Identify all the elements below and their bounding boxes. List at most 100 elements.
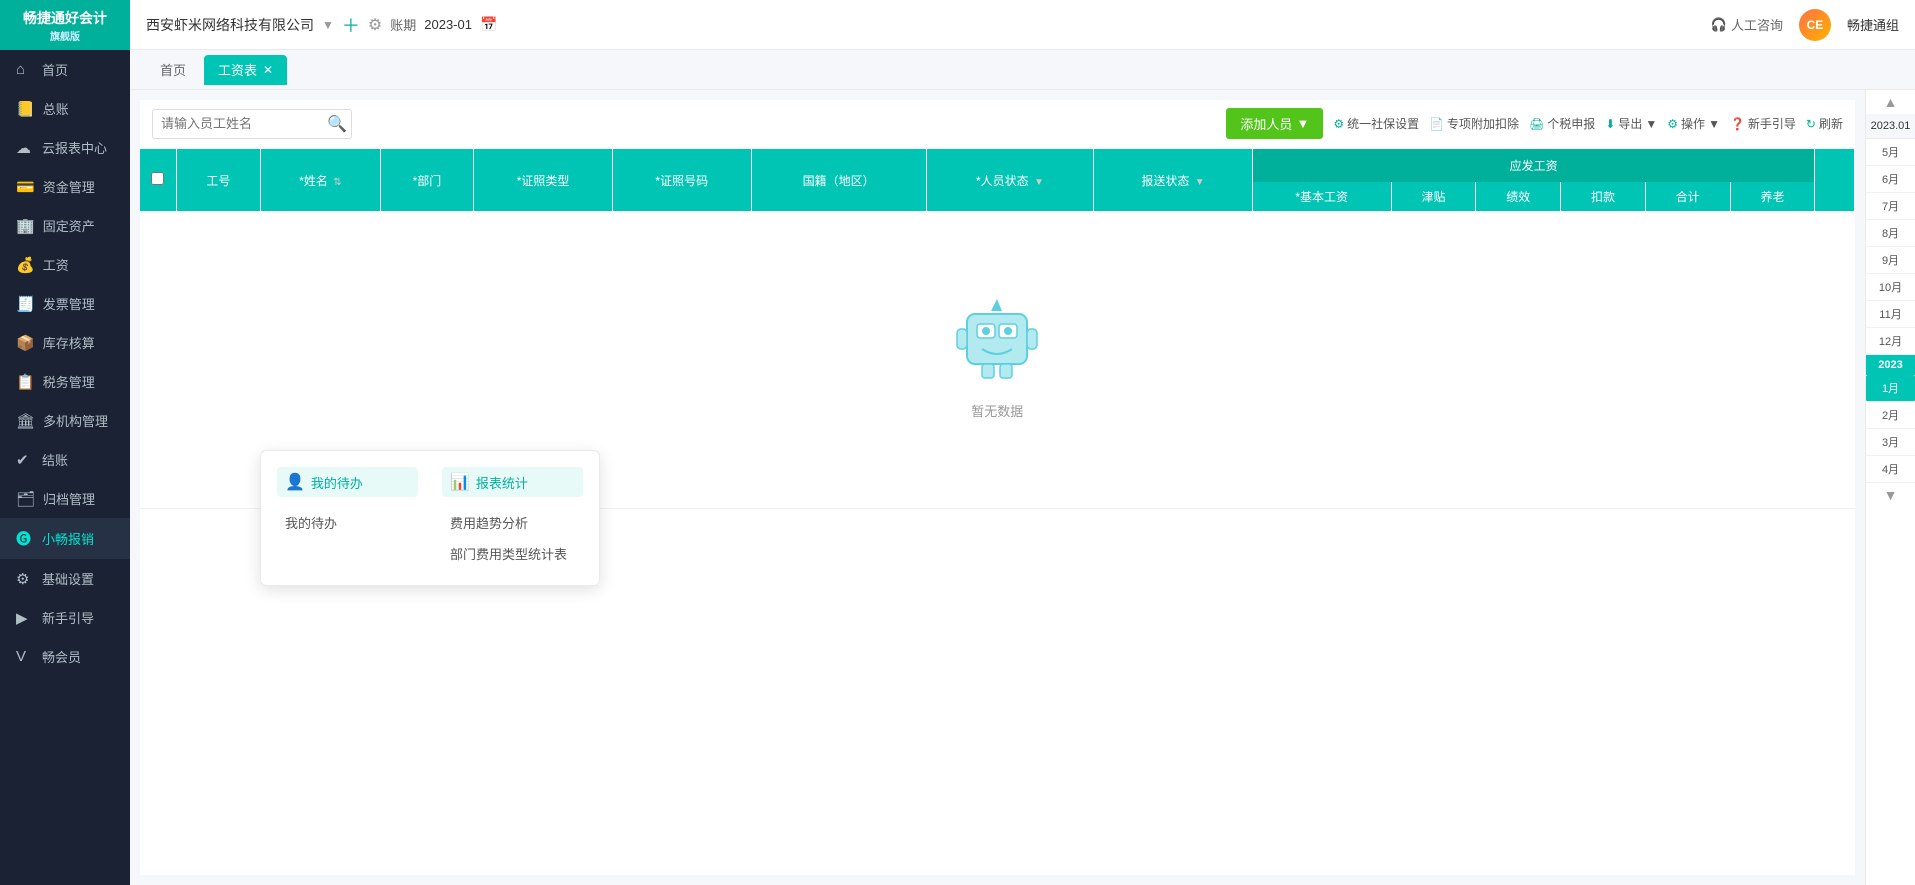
sidebar-item-fund[interactable]: 💳 资金管理 <box>0 167 130 206</box>
new-guide-label: 新手引导 <box>1748 115 1796 132</box>
th-total: 合计 <box>1645 182 1730 211</box>
operations-icon: ⚙ <box>1667 117 1678 131</box>
month-nav-11[interactable]: 11月 <box>1866 301 1915 328</box>
sidebar-item-fixed-assets[interactable]: 🏢 固定资产 <box>0 206 130 245</box>
guide-icon: ▶ <box>16 609 34 627</box>
search-icon[interactable]: 🔍 <box>327 114 347 134</box>
month-nav-3[interactable]: 3月 <box>1866 429 1915 456</box>
tab-salary-close[interactable]: ✕ <box>263 63 273 77</box>
user-avatar: CE <box>1799 9 1831 41</box>
export-label: 导出 <box>1618 115 1642 132</box>
operations-action[interactable]: ⚙ 操作 ▼ <box>1667 115 1720 132</box>
social-security-icon: ⚙ <box>1333 117 1344 131</box>
sidebar-item-label: 结账 <box>42 450 68 469</box>
refresh-icon: ↻ <box>1806 117 1816 131</box>
fixed-assets-icon: 🏢 <box>16 217 35 235</box>
sidebar-item-inventory[interactable]: 📦 库存核算 <box>0 323 130 362</box>
sidebar-item-salary[interactable]: 💰 工资 <box>0 245 130 284</box>
special-deduction-action[interactable]: 📄 专项附加扣除 <box>1429 115 1519 132</box>
export-action[interactable]: ⬇ 导出 ▼ <box>1605 115 1657 132</box>
sidebar-item-tax[interactable]: 📋 税务管理 <box>0 362 130 401</box>
month-nav-4[interactable]: 4月 <box>1866 456 1915 483</box>
user-initials: CE <box>1807 18 1824 32</box>
tab-home[interactable]: 首页 <box>146 55 200 85</box>
month-nav-2[interactable]: 2月 <box>1866 402 1915 429</box>
month-nav-down[interactable]: ▼ <box>1866 483 1915 507</box>
sidebar-item-label: 税务管理 <box>43 372 95 391</box>
company-settings-icon[interactable]: ⚙ <box>368 15 382 35</box>
person-status-filter-icon[interactable]: ▼ <box>1034 177 1044 188</box>
report-status-filter-icon[interactable]: ▼ <box>1195 177 1205 188</box>
social-security-action[interactable]: ⚙ 统一社保设置 <box>1333 115 1419 132</box>
special-deduction-label: 专项附加扣除 <box>1447 115 1519 132</box>
popup-col-todo: 👤 我的待办 我的待办 <box>277 467 418 569</box>
month-nav-5[interactable]: 5月 <box>1866 139 1915 166</box>
salary-icon: 💰 <box>16 256 35 274</box>
name-sort-icon[interactable]: ⇅ <box>333 177 341 188</box>
individual-tax-action[interactable]: 🖨 个税申报 <box>1529 115 1595 132</box>
fund-icon: 💳 <box>16 178 35 196</box>
search-input[interactable] <box>161 116 321 131</box>
sidebar-item-expense[interactable]: 🅖 小畅报销 <box>0 518 130 559</box>
sidebar-item-multi-org[interactable]: 🏛 多机构管理 <box>0 401 130 440</box>
refresh-label: 刷新 <box>1819 115 1843 132</box>
toolbar-actions: 添加人员 ▼ ⚙ 统一社保设置 📄 专项附加扣除 🖨 个税申报 <box>1226 108 1843 139</box>
month-nav-10[interactable]: 10月 <box>1866 274 1915 301</box>
social-security-label: 统一社保设置 <box>1347 115 1419 132</box>
month-nav-6[interactable]: 6月 <box>1866 166 1915 193</box>
month-nav-up[interactable]: ▲ <box>1866 90 1915 114</box>
home-icon: ⌂ <box>16 61 34 78</box>
sidebar-item-cloud-report[interactable]: ☁ 云报表中心 <box>0 128 130 167</box>
th-person-status: *人员状态 ▼ <box>926 149 1093 211</box>
month-nav-9[interactable]: 9月 <box>1866 247 1915 274</box>
th-deduction: 扣款 <box>1561 182 1646 211</box>
th-checkbox[interactable] <box>140 149 176 211</box>
th-performance: 绩效 <box>1476 182 1561 211</box>
popup-item-todo[interactable]: 我的待办 <box>277 507 418 538</box>
th-salary-group: 应发工资 <box>1252 149 1814 182</box>
month-nav-12[interactable]: 12月 <box>1866 328 1915 355</box>
new-guide-icon: ❓ <box>1730 117 1745 131</box>
month-nav-1[interactable]: 1月 <box>1866 375 1915 402</box>
user-name[interactable]: 畅捷通组 <box>1847 15 1899 34</box>
sidebar-item-guide[interactable]: ▶ 新手引导 <box>0 598 130 637</box>
th-id-type: *证照类型 <box>474 149 613 211</box>
operations-dropdown-icon: ▼ <box>1708 117 1720 131</box>
refresh-action[interactable]: ↻ 刷新 <box>1806 115 1843 132</box>
add-company-btn[interactable]: ＋ <box>342 12 360 38</box>
th-id-no: *证照号码 <box>612 149 751 211</box>
sidebar-item-label: 小畅报销 <box>42 529 94 548</box>
calendar-icon[interactable]: 📅 <box>480 16 497 33</box>
sidebar-item-home[interactable]: ⌂ 首页 <box>0 50 130 89</box>
sidebar-item-label: 工资 <box>43 255 69 274</box>
month-nav-7[interactable]: 7月 <box>1866 193 1915 220</box>
select-all-checkbox[interactable] <box>151 172 164 185</box>
sidebar-item-label: 云报表中心 <box>42 138 107 157</box>
empty-state-icon <box>947 299 1047 389</box>
sidebar-item-label: 新手引导 <box>42 608 94 627</box>
sidebar-item-archive[interactable]: 🗂 归档管理 <box>0 479 130 518</box>
inventory-icon: 📦 <box>16 334 35 352</box>
main-area: 西安虾米网络科技有限公司 ▼ ＋ ⚙ 账期 2023-01 📅 🎧 人工咨询 C… <box>130 0 1915 885</box>
company-dropdown[interactable]: ▼ <box>322 18 334 32</box>
expense-icon: 🅖 <box>16 528 34 549</box>
month-nav-8[interactable]: 8月 <box>1866 220 1915 247</box>
th-operations <box>1815 149 1855 211</box>
add-people-label: 添加人员 <box>1240 114 1292 133</box>
sidebar-item-label: 基础设置 <box>42 569 94 588</box>
sidebar-item-ledger[interactable]: 📒 总账 <box>0 89 130 128</box>
tab-salary[interactable]: 工资表 ✕ <box>204 55 287 85</box>
new-guide-action[interactable]: ❓ 新手引导 <box>1730 115 1796 132</box>
sidebar-item-invoice[interactable]: 🧾 发票管理 <box>0 284 130 323</box>
popup-item-trend[interactable]: 费用趋势分析 <box>442 507 583 538</box>
popup-item-dept-stats[interactable]: 部门费用类型统计表 <box>442 538 583 569</box>
sidebar-item-member[interactable]: V 畅会员 <box>0 637 130 676</box>
popup-menu: 👤 我的待办 我的待办 📊 报表统计 费用趋势分析 部门费用类型统计表 <box>260 450 600 586</box>
basic-icon: ⚙ <box>16 570 34 588</box>
report-title-icon: 📊 <box>450 472 470 492</box>
sidebar-item-settlement[interactable]: ✔ 结账 <box>0 440 130 479</box>
add-people-button[interactable]: 添加人员 ▼ <box>1226 108 1323 139</box>
service-button[interactable]: 🎧 人工咨询 <box>1711 15 1783 34</box>
individual-tax-icon: 🖨 <box>1529 117 1544 131</box>
sidebar-item-basic[interactable]: ⚙ 基础设置 <box>0 559 130 598</box>
